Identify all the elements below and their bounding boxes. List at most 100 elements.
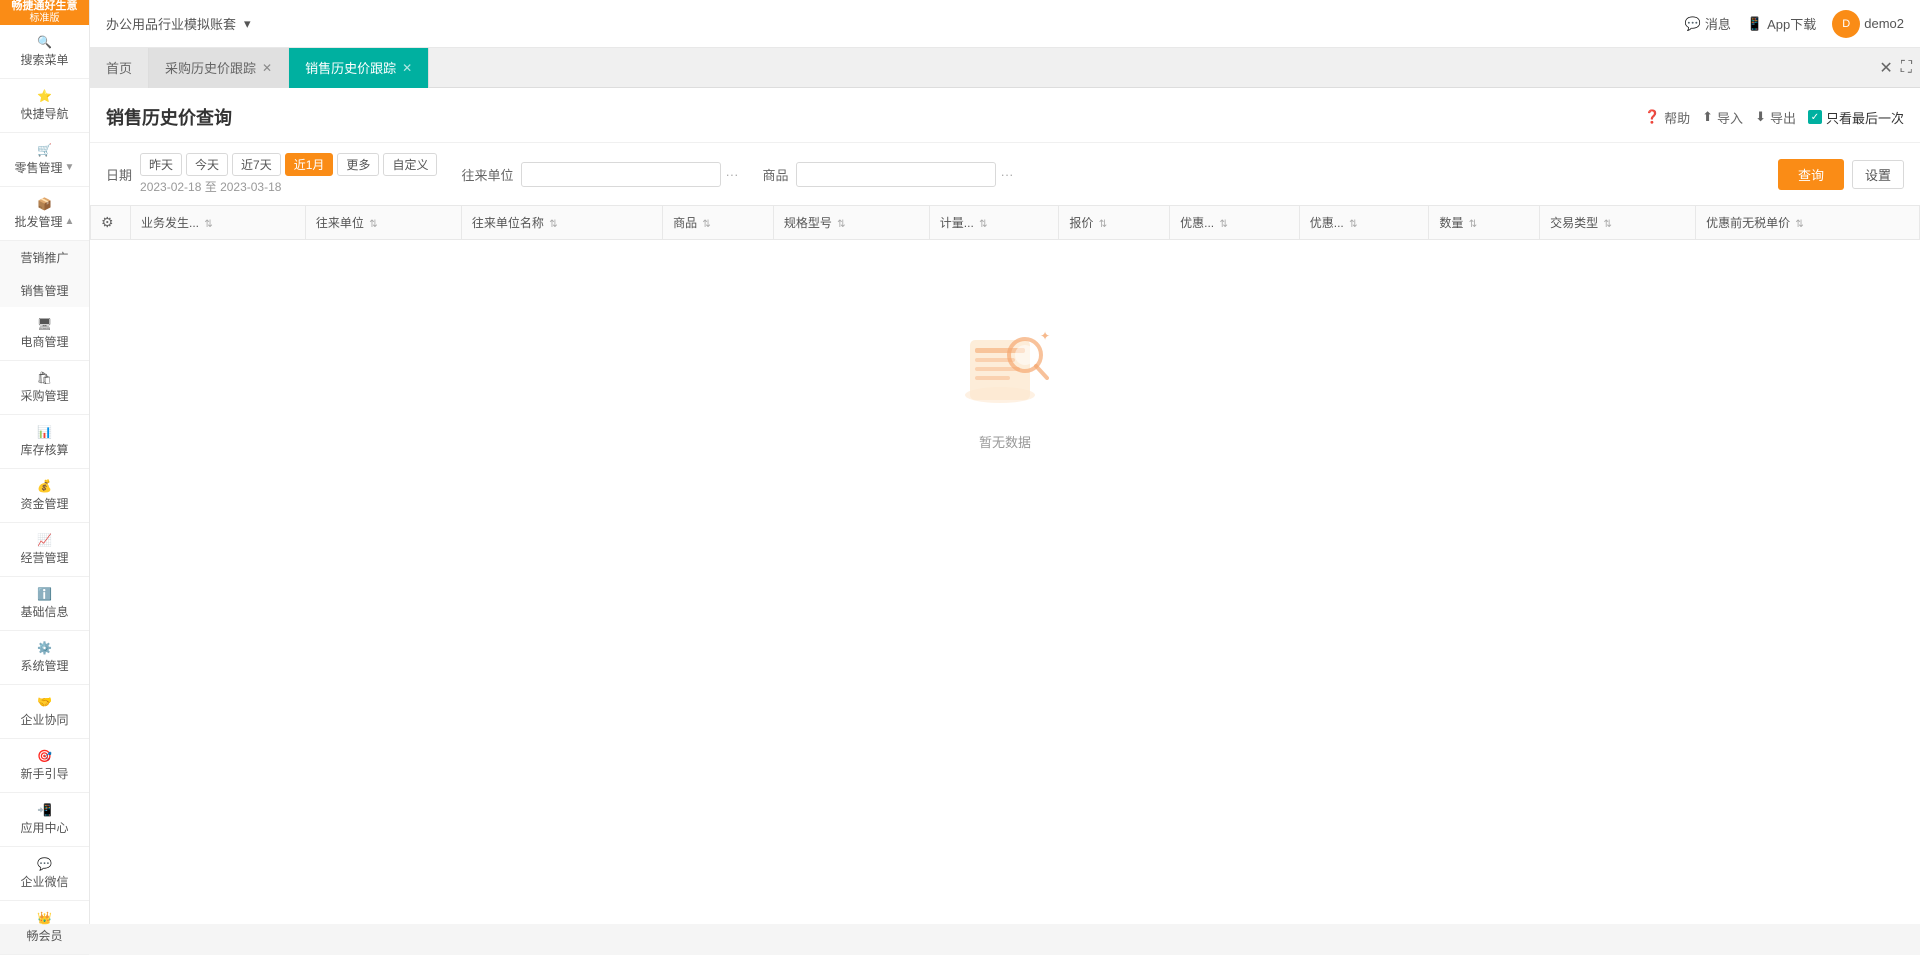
sidebar-item-finance[interactable]: 💰 资金管理	[0, 469, 89, 523]
sidebar-item-wholesale[interactable]: 📦 批发管理 ▲	[0, 187, 89, 241]
sidebar-label-vip: 畅会员	[26, 927, 62, 944]
product-filter-group: 商品 ···	[762, 162, 1013, 187]
partner-dots-button[interactable]: ···	[725, 167, 738, 182]
sidebar-item-app-center[interactable]: 📲 应用中心	[0, 793, 89, 847]
only-last-checkbox-label[interactable]: ✓ 只看最后一次	[1808, 108, 1904, 127]
col-partner-name-label: 往来单位名称	[472, 216, 544, 230]
tab-close-sales[interactable]: ✕	[402, 61, 412, 75]
date-btn-custom[interactable]: 自定义	[383, 153, 437, 176]
sidebar-item-retail[interactable]: 🛒 零售管理 ▼	[0, 133, 89, 187]
inventory-icon: 📊	[37, 425, 52, 439]
help-action[interactable]: ❓ 帮助	[1644, 108, 1690, 127]
page-content: 销售历史价查询 ❓ 帮助 ⬆ 导入 ⬇ 导出 ✓ 只看最后一次	[90, 88, 1920, 924]
sidebar-item-inventory[interactable]: 📊 库存核算	[0, 415, 89, 469]
import-action[interactable]: ⬆ 导入	[1702, 108, 1743, 127]
table-col-partner-code[interactable]: 往来单位 ⇅	[305, 206, 461, 240]
col-quantity-label: 数量	[1439, 216, 1463, 230]
table-col-settings[interactable]: ⚙	[91, 206, 131, 240]
table-col-discount1[interactable]: 优惠... ⇅	[1170, 206, 1300, 240]
close-all-tabs-button[interactable]: ✕	[1879, 58, 1892, 78]
page-title-actions: ❓ 帮助 ⬆ 导入 ⬇ 导出 ✓ 只看最后一次	[1644, 108, 1904, 127]
tab-home-label: 首页	[106, 58, 132, 77]
sort-arrows-trade-type: ⇅	[1603, 219, 1611, 230]
purchase-icon: 🛍	[37, 371, 52, 385]
sidebar-item-purchase[interactable]: 🛍 采购管理	[0, 361, 89, 415]
table-col-partner-name[interactable]: 往来单位名称 ⇅	[461, 206, 662, 240]
sort-arrows-pretax-price: ⇅	[1795, 219, 1803, 230]
product-dots-button[interactable]: ···	[1000, 167, 1013, 182]
sidebar-item-operation[interactable]: 📈 经营管理	[0, 523, 89, 577]
tab-home[interactable]: 首页	[90, 48, 149, 88]
partner-input[interactable]	[521, 162, 721, 187]
chevron-down-icon: ▼	[65, 162, 75, 173]
table-col-discount2[interactable]: 优惠... ⇅	[1299, 206, 1429, 240]
sidebar-label-cooperation: 企业协同	[20, 711, 68, 728]
sidebar: 畅捷通好生意 标准版 🔍 搜索菜单 ⭐ 快捷导航 🛒 零售管理 ▼ 📦 批发管理…	[0, 0, 90, 924]
sort-arrows-quantity: ⇅	[1469, 219, 1477, 230]
table-col-product[interactable]: 商品 ⇅	[663, 206, 774, 240]
date-buttons: 昨天 今天 近7天 近1月 更多 自定义	[140, 153, 437, 176]
sort-arrows-unit: ⇅	[979, 219, 987, 230]
wechat-icon: 💬	[37, 857, 52, 871]
product-filter-label: 商品	[762, 165, 788, 184]
tab-controls: ✕ ⛶	[1879, 58, 1920, 78]
query-button[interactable]: 查询	[1778, 159, 1844, 190]
sidebar-item-search[interactable]: 🔍 搜索菜单	[0, 25, 89, 79]
col-trade-type-label: 交易类型	[1550, 216, 1598, 230]
help-icon: ❓	[1644, 109, 1660, 125]
settings-button[interactable]: 设置	[1852, 160, 1904, 189]
date-btn-yesterday[interactable]: 昨天	[140, 153, 182, 176]
date-btn-last7[interactable]: 近7天	[232, 153, 281, 176]
table-col-quantity[interactable]: 数量 ⇅	[1429, 206, 1540, 240]
app-center-icon: 📲	[37, 803, 52, 817]
table-col-trade-type[interactable]: 交易类型 ⇅	[1540, 206, 1696, 240]
user-menu[interactable]: D demo2	[1832, 10, 1904, 38]
date-btn-last1m[interactable]: 近1月	[285, 153, 334, 176]
sidebar-item-guide[interactable]: 🎯 新手引导	[0, 739, 89, 793]
tab-close-purchase[interactable]: ✕	[262, 61, 272, 75]
sidebar-item-basic[interactable]: ℹ️ 基础信息	[0, 577, 89, 631]
sidebar-item-ecommerce[interactable]: 🖥 电商管理	[0, 307, 89, 361]
app-subtitle: 标准版	[30, 13, 60, 25]
tab-sales-history[interactable]: 销售历史价跟踪 ✕	[289, 48, 429, 88]
partner-input-group: ···	[521, 162, 738, 187]
sidebar-item-cooperation[interactable]: 🤝 企业协同	[0, 685, 89, 739]
product-input[interactable]	[796, 162, 996, 187]
sidebar-item-marketing[interactable]: 营销推广	[0, 241, 89, 274]
header-actions: 💬 消息 📱 App下载 D demo2	[1685, 10, 1904, 38]
table-col-quote-price[interactable]: 报价 ⇅	[1059, 206, 1170, 240]
sidebar-label-quick-nav: 快捷导航	[20, 105, 68, 122]
table-col-biz-date[interactable]: 业务发生... ⇅	[131, 206, 306, 240]
app-download-label: App下载	[1767, 14, 1816, 33]
only-last-checkbox[interactable]: ✓	[1808, 110, 1822, 124]
date-btn-today[interactable]: 今天	[186, 153, 228, 176]
user-name: demo2	[1864, 16, 1904, 31]
table-col-spec[interactable]: 规格型号 ⇅	[773, 206, 929, 240]
sort-arrows-discount1: ⇅	[1220, 219, 1228, 230]
app-download-action[interactable]: 📱 App下载	[1747, 14, 1816, 33]
sidebar-item-wechat[interactable]: 💬 企业微信	[0, 847, 89, 901]
star-icon: ⭐	[37, 89, 52, 103]
sidebar-item-vip[interactable]: 👑 畅会员	[0, 901, 89, 955]
app-logo[interactable]: 畅捷通好生意 标准版	[0, 0, 89, 25]
gear-icon[interactable]: ⚙	[101, 214, 114, 230]
message-action[interactable]: 💬 消息	[1685, 14, 1731, 33]
table-col-pretax-price[interactable]: 优惠前无税单价 ⇅	[1696, 206, 1920, 240]
sidebar-label-basic: 基础信息	[20, 603, 68, 620]
sidebar-item-quick-nav[interactable]: ⭐ 快捷导航	[0, 79, 89, 133]
sidebar-item-system[interactable]: ⚙️ 系统管理	[0, 631, 89, 685]
main-area: 办公用品行业模拟账套 ▾ 💬 消息 📱 App下载 D demo2 首页	[90, 0, 1920, 924]
sidebar-label-wechat: 企业微信	[20, 873, 68, 890]
date-btn-more[interactable]: 更多	[337, 153, 379, 176]
sidebar-label-app-center: 应用中心	[20, 819, 68, 836]
workspace-selector[interactable]: 办公用品行业模拟账套 ▾	[106, 14, 251, 33]
sidebar-label-inventory: 库存核算	[20, 441, 68, 458]
wholesale-subsection: 营销推广 销售管理	[0, 241, 89, 307]
export-action[interactable]: ⬇ 导出	[1755, 108, 1796, 127]
sidebar-item-sales-mgmt[interactable]: 销售管理	[0, 274, 89, 307]
table-col-unit[interactable]: 计量... ⇅	[929, 206, 1059, 240]
top-header: 办公用品行业模拟账套 ▾ 💬 消息 📱 App下载 D demo2	[90, 0, 1920, 48]
maximize-button[interactable]: ⛶	[1901, 59, 1912, 77]
import-icon: ⬆	[1702, 109, 1713, 125]
tab-purchase-history[interactable]: 采购历史价跟踪 ✕	[149, 48, 289, 88]
